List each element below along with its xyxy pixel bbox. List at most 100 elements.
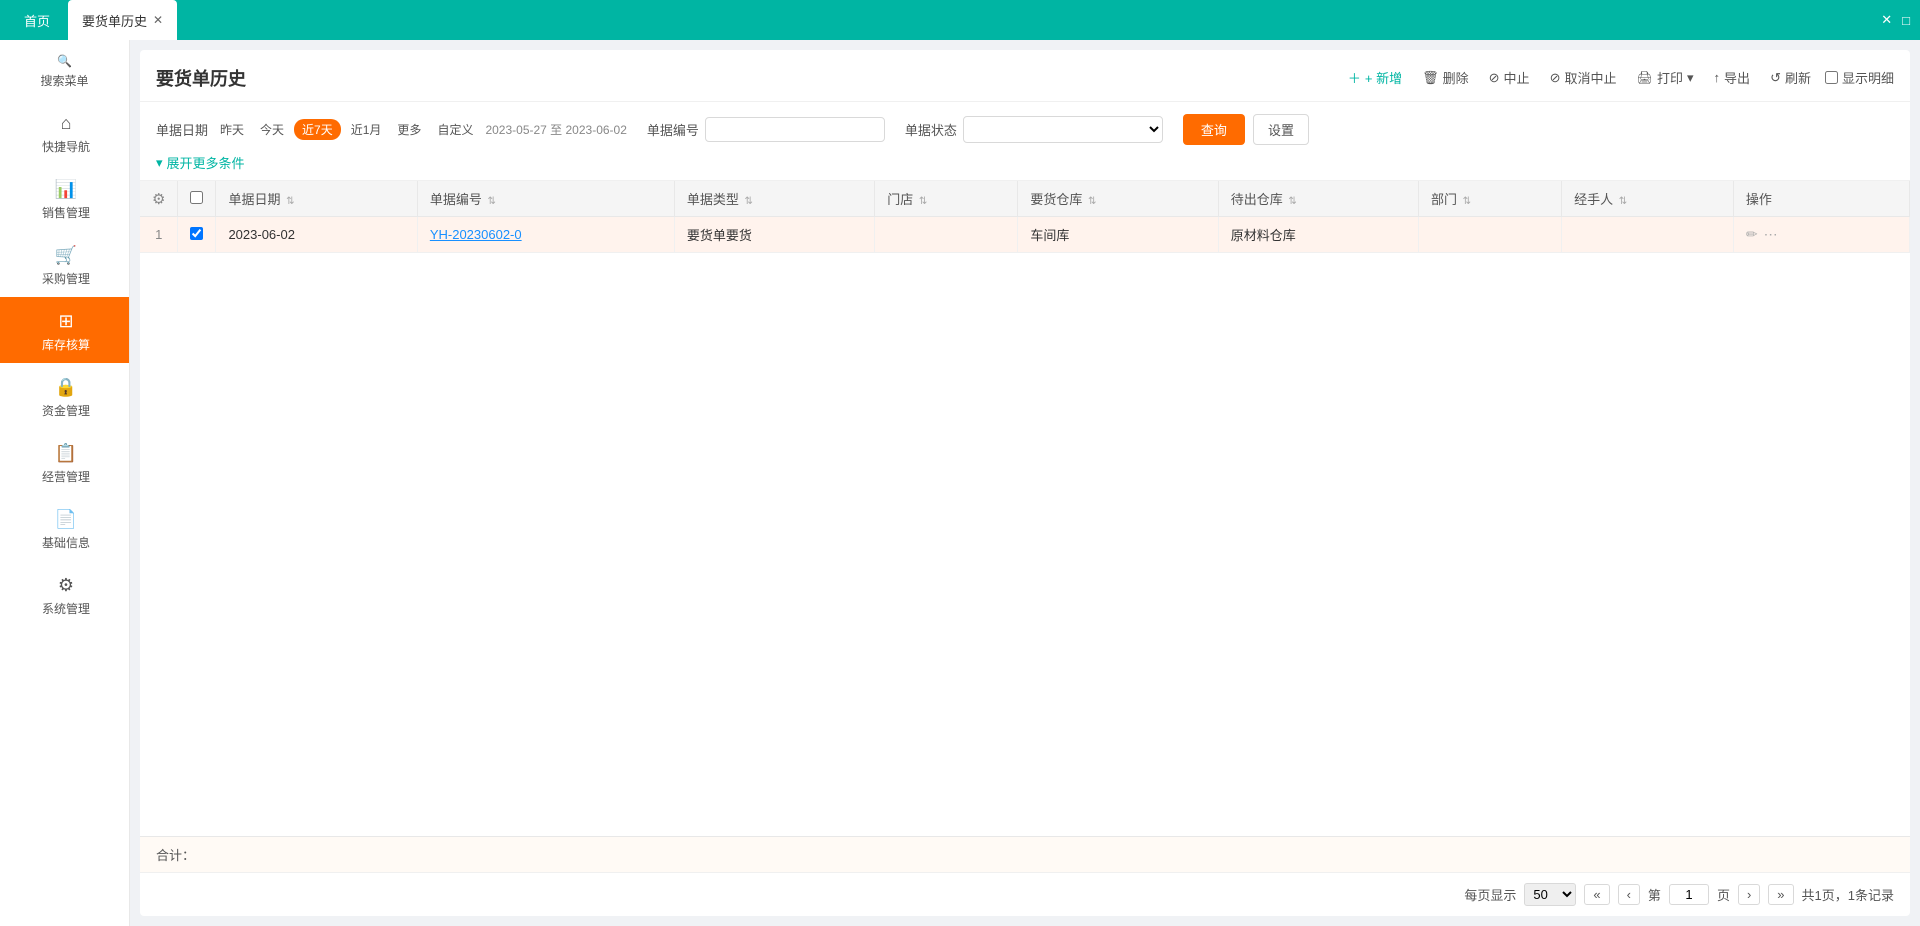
page-number-input[interactable] — [1669, 884, 1709, 905]
row-doc-no[interactable]: YH-20230602-0 — [417, 217, 674, 253]
page-total-info: 共1页，1条记录 — [1802, 885, 1894, 904]
date-btn-7days[interactable]: 近7天 — [294, 119, 341, 140]
sidebar-item-sales-label: 销售管理 — [42, 204, 90, 221]
th-doc-no: 单据编号 ⇅ — [417, 181, 674, 217]
doc-status-select[interactable] — [963, 116, 1163, 143]
sidebar: 🔍 搜索菜单 ⌂ 快捷导航 📊 销售管理 🛒 采购管理 ⊞ 库存核算 🔒 资金管… — [0, 40, 130, 926]
export-icon: ↑ — [1714, 70, 1721, 85]
th-pending-warehouse: 待出仓库 ⇅ — [1218, 181, 1418, 217]
add-label: + 新增 — [1365, 68, 1402, 87]
filter-area: 单据日期 昨天 今天 近7天 近1月 更多 自定义 2023-05-27 至 2… — [140, 102, 1910, 181]
row-more-icon[interactable]: ⋯ — [1764, 226, 1778, 243]
expand-row: ▾ 展开更多条件 — [156, 153, 1894, 172]
sidebar-item-purchase-label: 采购管理 — [42, 270, 90, 287]
print-button[interactable]: 🖨 打印 ▾ — [1630, 64, 1699, 91]
th-handler-label: 经手人 — [1574, 192, 1613, 207]
cancel-stop-button[interactable]: ⊘ 取消中止 — [1544, 64, 1623, 91]
doc-no-input[interactable] — [705, 117, 885, 142]
sidebar-search[interactable]: 🔍 搜索菜单 — [0, 40, 129, 99]
last-page-button[interactable]: » — [1768, 884, 1793, 905]
table-body: 1 2023-06-02 YH-20230602-0 要货单要货 车间库 — [140, 217, 1910, 253]
th-handler: 经手人 ⇅ — [1562, 181, 1734, 217]
row-handler — [1562, 217, 1734, 253]
filter-doc-status-label: 单据状态 — [905, 120, 957, 139]
cancel-stop-icon: ⊘ — [1550, 70, 1561, 86]
select-all-checkbox[interactable] — [190, 191, 203, 204]
tab-requisition-history[interactable]: 要货单历史 ✕ — [68, 0, 177, 40]
tab-home[interactable]: 首页 — [10, 0, 64, 40]
tab-close-icon[interactable]: ✕ — [153, 13, 163, 27]
stop-label: 中止 — [1504, 68, 1530, 87]
filter-date: 单据日期 昨天 今天 近7天 近1月 更多 自定义 2023-05-27 至 2… — [156, 119, 627, 140]
basic-info-icon: 📄 — [55, 509, 77, 530]
date-filter-btns: 昨天 今天 近7天 近1月 更多 自定义 — [214, 119, 479, 140]
refresh-button[interactable]: ↺ 刷新 — [1764, 64, 1817, 91]
page-size-select[interactable]: 50 10 20 100 — [1524, 883, 1576, 906]
sidebar-item-operations-label: 经营管理 — [42, 468, 90, 485]
tab-requisition-label: 要货单历史 — [82, 11, 147, 30]
sort-department-icon[interactable]: ⇅ — [1463, 196, 1471, 207]
date-btn-yesterday[interactable]: 昨天 — [214, 119, 250, 140]
row-edit-icon[interactable]: ✏ — [1746, 226, 1758, 243]
query-button[interactable]: 查询 — [1183, 114, 1245, 145]
th-doc-type-label: 单据类型 — [687, 192, 739, 207]
sidebar-search-label: 搜索菜单 — [40, 72, 88, 89]
display-detail-toggle[interactable]: 显示明细 — [1825, 68, 1894, 87]
system-icon: ⚙ — [58, 575, 74, 596]
date-btn-today[interactable]: 今天 — [254, 119, 290, 140]
settings-button[interactable]: 设置 — [1253, 114, 1309, 145]
sort-req-warehouse-icon[interactable]: ⇅ — [1088, 196, 1096, 207]
date-btn-more[interactable]: 更多 — [391, 119, 427, 140]
refresh-label: 刷新 — [1785, 68, 1811, 87]
action-icons: ✏ ⋯ — [1746, 226, 1897, 243]
sort-date-icon[interactable]: ⇅ — [286, 196, 294, 207]
next-page-button[interactable]: › — [1738, 884, 1760, 905]
doc-no-link[interactable]: YH-20230602-0 — [430, 227, 522, 242]
row-actions: ✏ ⋯ — [1733, 217, 1909, 253]
page-container: 要货单历史 ＋ + 新增 🗑 删除 ⊘ 中止 ⊘ — [140, 50, 1910, 916]
sidebar-item-finance[interactable]: 🔒 资金管理 — [0, 363, 129, 429]
sidebar-item-quick-nav[interactable]: ⌂ 快捷导航 — [0, 99, 129, 165]
date-range-display: 2023-05-27 至 2023-06-02 — [485, 121, 626, 138]
window-maximize-icon[interactable]: □ — [1902, 13, 1910, 28]
window-close-icon[interactable]: ✕ — [1881, 12, 1892, 28]
display-detail-checkbox[interactable] — [1825, 71, 1838, 84]
expand-button[interactable]: ▾ 展开更多条件 — [156, 153, 245, 172]
operations-icon: 📋 — [55, 443, 77, 464]
sidebar-item-basic-info[interactable]: 📄 基础信息 — [0, 495, 129, 561]
delete-button[interactable]: 🗑 删除 — [1416, 64, 1475, 91]
toolbar: ＋ + 新增 🗑 删除 ⊘ 中止 ⊘ 取消中止 — [1342, 64, 1894, 91]
table-row: 1 2023-06-02 YH-20230602-0 要货单要货 车间库 — [140, 217, 1910, 253]
th-doc-type: 单据类型 ⇅ — [674, 181, 874, 217]
sort-handler-icon[interactable]: ⇅ — [1619, 196, 1627, 207]
sidebar-item-sales[interactable]: 📊 销售管理 — [0, 165, 129, 231]
date-btn-custom[interactable]: 自定义 — [431, 119, 479, 140]
row-num: 1 — [140, 217, 178, 253]
first-page-button[interactable]: « — [1584, 884, 1609, 905]
pagination: 每页显示 50 10 20 100 « ‹ 第 页 › » 共1页，1条记录 — [140, 872, 1910, 916]
th-store: 门店 ⇅ — [875, 181, 1018, 217]
refresh-icon: ↺ — [1770, 70, 1781, 86]
sort-doc-type-icon[interactable]: ⇅ — [745, 196, 753, 207]
row-checkbox[interactable] — [190, 227, 203, 240]
sidebar-item-operations[interactable]: 📋 经营管理 — [0, 429, 129, 495]
sidebar-item-inventory[interactable]: ⊞ 库存核算 — [0, 297, 129, 363]
delete-label: 删除 — [1443, 68, 1469, 87]
main-layout: 🔍 搜索菜单 ⌂ 快捷导航 📊 销售管理 🛒 采购管理 ⊞ 库存核算 🔒 资金管… — [0, 40, 1920, 926]
sort-pending-warehouse-icon[interactable]: ⇅ — [1288, 196, 1296, 207]
sidebar-item-basic-info-label: 基础信息 — [42, 534, 90, 551]
page-header: 要货单历史 ＋ + 新增 🗑 删除 ⊘ 中止 ⊘ — [140, 50, 1910, 102]
export-button[interactable]: ↑ 导出 — [1708, 64, 1757, 91]
sidebar-item-purchase[interactable]: 🛒 采购管理 — [0, 231, 129, 297]
stop-button[interactable]: ⊘ 中止 — [1483, 64, 1536, 91]
add-button[interactable]: ＋ + 新增 — [1342, 64, 1408, 91]
data-table: ⚙ 单据日期 ⇅ 单据编号 ⇅ — [140, 181, 1910, 253]
column-settings-icon[interactable]: ⚙ — [152, 191, 165, 208]
sort-store-icon[interactable]: ⇅ — [919, 196, 927, 207]
prev-page-button[interactable]: ‹ — [1618, 884, 1640, 905]
date-btn-1month[interactable]: 近1月 — [345, 119, 388, 140]
sidebar-item-system[interactable]: ⚙ 系统管理 — [0, 561, 129, 627]
filter-actions: 查询 设置 — [1183, 114, 1309, 145]
add-icon: ＋ — [1348, 68, 1361, 87]
sort-doc-no-icon[interactable]: ⇅ — [487, 196, 495, 207]
